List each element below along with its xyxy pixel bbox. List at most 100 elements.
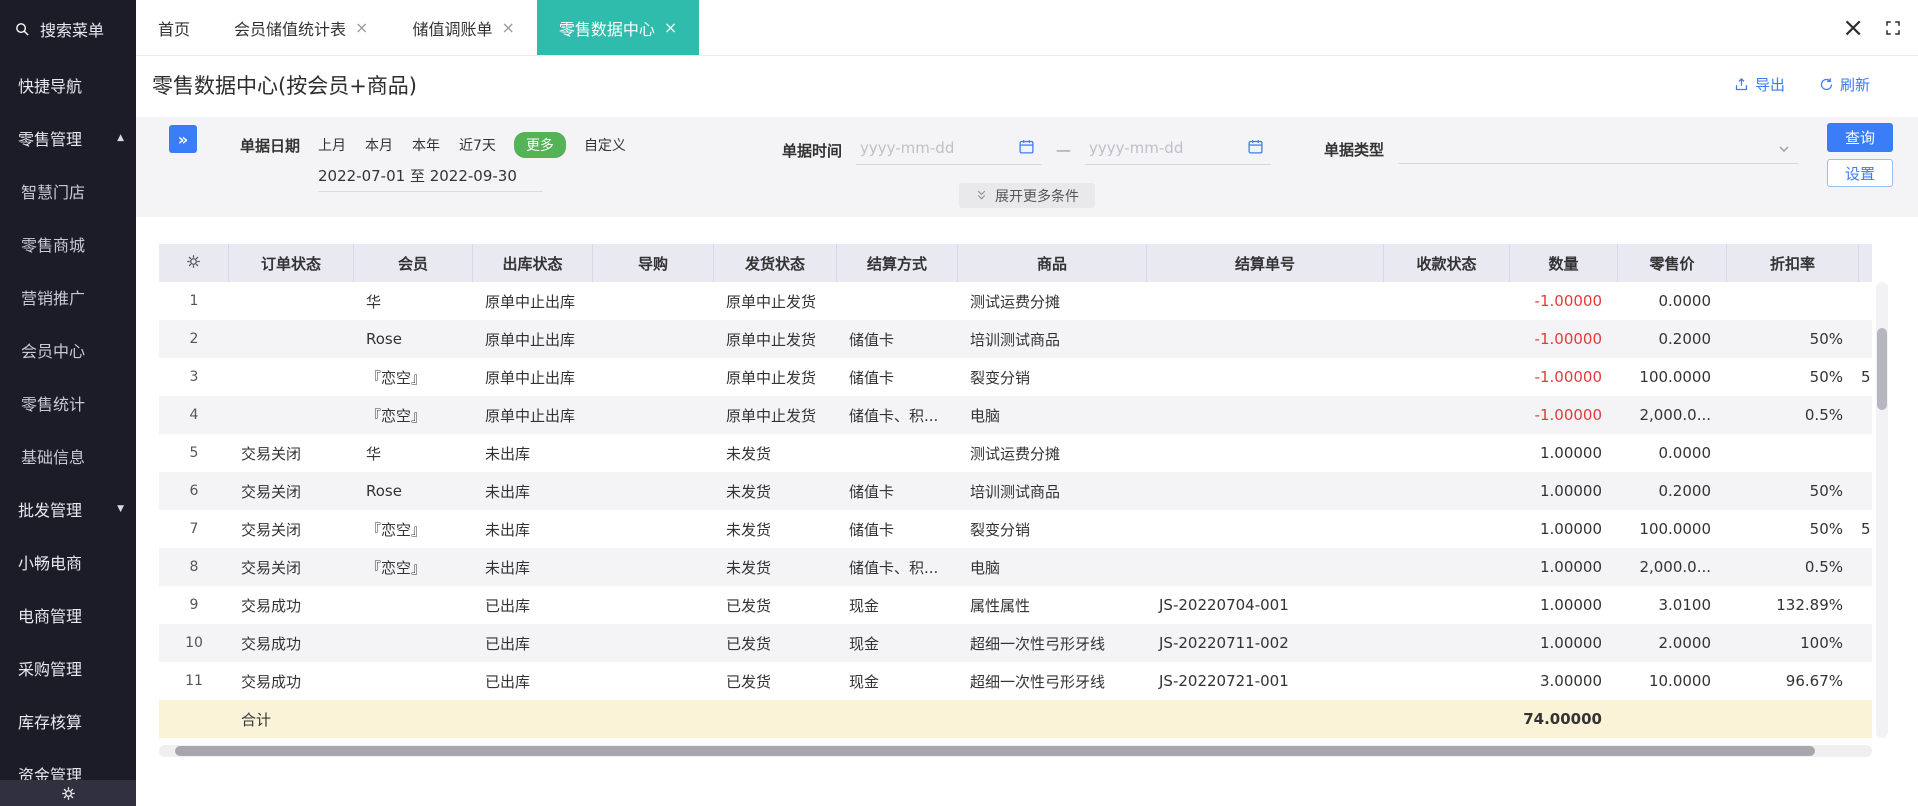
cell-guide [593,548,714,586]
col-outbound-status[interactable]: 出库状态 [473,244,593,282]
title-bar: 零售数据中心(按会员+商品) 导出 刷新 [136,56,1918,113]
export-button[interactable]: 导出 [1734,74,1785,95]
table-row-2[interactable]: 2 Rose 原单中止出库 原单中止发货 储值卡 培训测试商品 -1.00000 0.2000… [159,320,1872,358]
date-quick-this-month[interactable]: 本月 [364,133,394,157]
col-settlement-no[interactable]: 结算单号 [1147,244,1384,282]
total-spacer [354,700,1510,738]
date-quick-last-month[interactable]: 上月 [317,133,347,157]
vertical-scrollbar-thumb[interactable] [1877,328,1887,410]
table-row-1[interactable]: 1 华原单中止出库 原单中止发货 测试运费分摊 -1.00000 0.0000 [159,282,1872,320]
fullscreen-icon[interactable] [1884,19,1902,37]
date-quick-custom[interactable]: 自定义 [583,133,627,157]
table-row-11[interactable]: 11 交易成功 已出库 已发货 现金 超细一次性弓形牙线 JS-20220721-001 3.… [159,662,1872,700]
col-product[interactable]: 商品 [958,244,1147,282]
sidebar-item-purchase-management[interactable]: 采购管理 [0,641,136,694]
col-qty[interactable]: 数量 [1510,244,1618,282]
sidebar-item-smart-store[interactable]: 智慧门店 [0,164,136,217]
total-label: 合计 [229,700,354,738]
col-retail-price[interactable]: 零售价 [1618,244,1727,282]
cell-guide [593,662,714,700]
cell-member [354,624,473,662]
tab-member-stored-value-report[interactable]: 会员储值统计表 × [212,0,390,55]
table-row-9[interactable]: 9 交易成功 已出库 已发货 现金 属性属性 JS-20220704-001 1.00000 3… [159,586,1872,624]
doc-time-from-input[interactable] [856,135,1043,165]
cell-num: 10 [159,624,229,662]
cell-receipt_status [1384,320,1510,358]
col-clipped [1859,244,1872,282]
refresh-button[interactable]: 刷新 [1819,74,1870,95]
table-row-7[interactable]: 7 交易关闭 『恋空』 未出库 未发货 储值卡 裂变分销 1.00000 100.0000 50%… [159,510,1872,548]
gear-icon[interactable] [61,786,76,801]
sidebar-item-xiaochang-ecommerce[interactable]: 小畅电商 [0,535,136,588]
tab-stored-value-adjustment[interactable]: 储值调账单 × [390,0,536,55]
cell-member [354,586,473,624]
col-guide[interactable]: 导购 [593,244,714,282]
table-row-8[interactable]: 8 交易关闭 『恋空』 未出库 未发货 储值卡、积... 电脑 1.00000 2,000.0.… [159,548,1872,586]
col-member[interactable]: 会员 [354,244,473,282]
collapse-filter-button[interactable]: » [169,125,197,153]
sidebar-item-wholesale-management[interactable]: 批发管理 ▼ [0,482,136,535]
cell-discount: 50% [1727,472,1859,510]
sidebar-item-member-center[interactable]: 会员中心 [0,323,136,376]
doc-time-to-input[interactable] [1085,135,1272,165]
col-settlement-method[interactable]: 结算方式 [837,244,958,282]
date-quick-this-year[interactable]: 本年 [411,133,441,157]
horizontal-scrollbar-thumb[interactable] [175,746,1815,756]
sidebar-item-retail-management[interactable]: 零售管理 ▲ [0,111,136,164]
close-icon[interactable]: × [1842,15,1864,41]
calendar-icon[interactable] [1247,138,1264,155]
sidebar-item-retail-mall[interactable]: 零售商城 [0,217,136,270]
column-settings-header[interactable] [159,244,229,282]
col-delivery-status[interactable]: 发货状态 [714,244,837,282]
query-button[interactable]: 查询 [1827,123,1893,152]
date-quick-last-7-days[interactable]: 近7天 [458,133,497,157]
date-quick-more[interactable]: 更多 [513,132,566,158]
cell-price: 0.2000 [1618,320,1727,358]
sidebar-item-marketing-promotion[interactable]: 营销推广 [0,270,136,323]
sidebar-search[interactable]: 搜索菜单 [0,0,136,58]
tab-close-icon[interactable]: × [501,18,514,37]
cell-discount [1727,434,1859,472]
tab-list: 首页 会员储值统计表 × 储值调账单 × 零售数据中心 × [136,0,700,55]
col-receipt-status[interactable]: 收款状态 [1384,244,1510,282]
page-actions: 导出 刷新 [1734,74,1918,95]
col-order-status[interactable]: 订单状态 [229,244,354,282]
settings-button[interactable]: 设置 [1827,159,1893,187]
cell-settle_no [1147,320,1384,358]
sidebar-item-inventory-accounting[interactable]: 库存核算 [0,694,136,747]
search-icon [16,22,29,36]
tab-retail-data-center[interactable]: 零售数据中心 × [536,0,700,55]
total-num-cell [159,700,229,738]
horizontal-scrollbar[interactable] [159,745,1872,757]
tab-close-icon[interactable]: × [664,18,677,37]
table-row-10[interactable]: 10 交易成功 已出库 已发货 现金 超细一次性弓形牙线 JS-20220711-002 1.… [159,624,1872,662]
sidebar-item-retail-statistics[interactable]: 零售统计 [0,376,136,429]
date-range-value[interactable]: 2022-07-01 至 2022-09-30 [318,165,543,192]
table-row-6[interactable]: 6 交易关闭 Rose 未出库 未发货 储值卡 培训测试商品 1.00000 0.2000 50% [159,472,1872,510]
sidebar-item-quick-nav[interactable]: 快捷导航 [0,58,136,111]
expand-more-button[interactable]: 展开更多条件 [959,183,1095,208]
sidebar-item-ecommerce-management[interactable]: 电商管理 [0,588,136,641]
tab-home[interactable]: 首页 [136,0,212,55]
cell-receipt_status [1384,472,1510,510]
tab-label: 会员储值统计表 [234,19,347,39]
doc-type-select[interactable] [1398,135,1799,164]
cell-settle_method: 储值卡 [837,320,958,358]
col-discount-rate[interactable]: 折扣率 [1727,244,1859,282]
table-row-4[interactable]: 4 『恋空』 原单中止出库 原单中止发货 储值卡、积... 电脑 -1.00000 2,000… [159,396,1872,434]
cell-qty: -1.00000 [1510,358,1618,396]
cell-outbound: 已出库 [473,662,593,700]
cell-discount: 0.5% [1727,548,1859,586]
cell-outbound: 未出库 [473,510,593,548]
cell-qty: 1.00000 [1510,548,1618,586]
calendar-icon[interactable] [1018,138,1035,155]
cell-delivery: 原单中止发货 [714,358,837,396]
vertical-scrollbar[interactable] [1876,282,1888,738]
cell-num: 5 [159,434,229,472]
table-row-3[interactable]: 3 『恋空』 原单中止出库 原单中止发货 储值卡 裂变分销 -1.00000 100.0000… [159,358,1872,396]
sidebar-item-basic-info[interactable]: 基础信息 [0,429,136,482]
cell-member: Rose [354,472,473,510]
cell-settle_method [837,434,958,472]
tab-close-icon[interactable]: × [355,18,368,37]
table-row-5[interactable]: 5 交易关闭华未出库 未发货 测试运费分摊 1.00000 0.0000 [159,434,1872,472]
